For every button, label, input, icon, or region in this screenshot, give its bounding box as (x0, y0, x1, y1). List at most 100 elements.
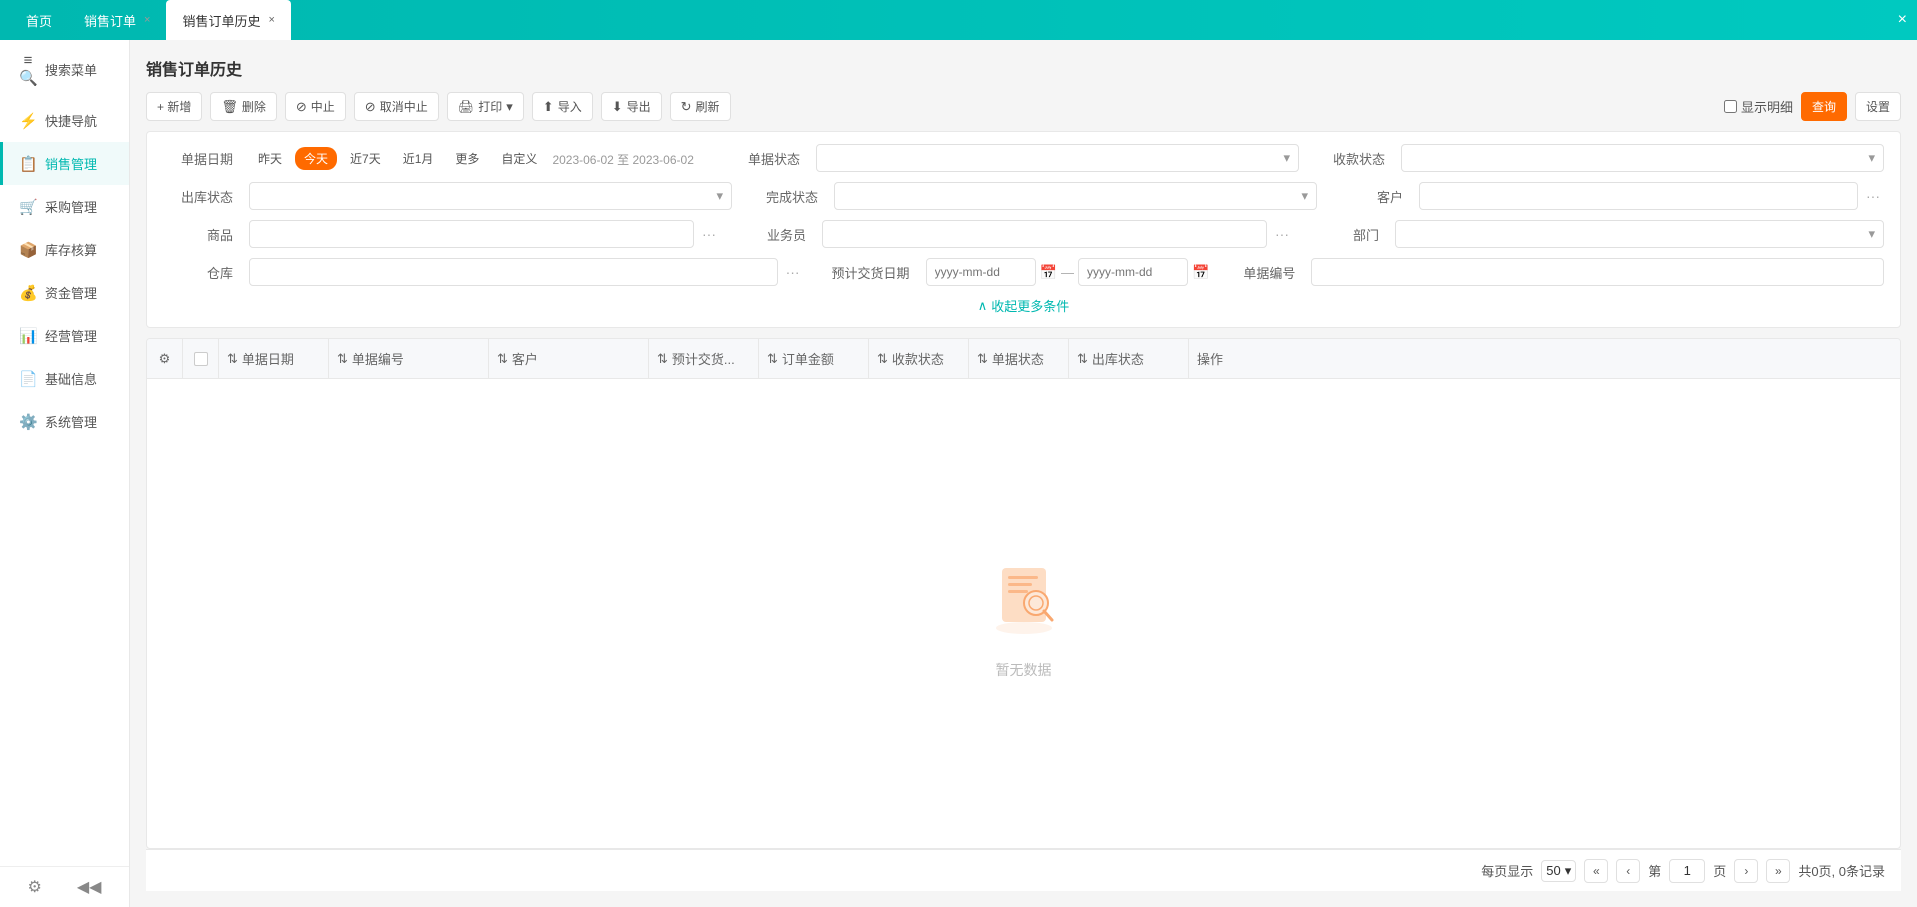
page-size-dropdown-icon: ▾ (1565, 863, 1572, 879)
sidebar-item-search-menu[interactable]: ≡🔍 搜索菜单 (0, 40, 129, 99)
customer-input[interactable] (1419, 182, 1858, 210)
top-bar-right: × (1898, 11, 1907, 29)
sidebar-item-inventory[interactable]: 📦 库存核算 (0, 228, 129, 271)
th-customer: ⇅ 客户 (489, 339, 649, 378)
top-bar-close-btn[interactable]: × (1898, 11, 1907, 29)
show-detail-input[interactable] (1724, 100, 1737, 113)
sales-person-input[interactable] (822, 220, 1267, 248)
last-page-btn[interactable]: » (1766, 859, 1790, 883)
btn-export[interactable]: ⬇ 导出 (601, 92, 662, 121)
btn-new[interactable]: + 新增 (146, 92, 202, 121)
btn-query[interactable]: 查询 (1801, 92, 1847, 121)
purchase-mgmt-icon: 🛒 (19, 198, 37, 216)
order-number-input[interactable] (1311, 258, 1884, 286)
shortcut-1month[interactable]: 近1月 (394, 147, 443, 170)
warehouse-dots[interactable]: ··· (782, 264, 804, 280)
filter-row-1: 单据日期 昨天 今天 近7天 近1月 更多 自定义 2023-06-02 至 2… (163, 144, 1884, 172)
th-sort-amount-icon[interactable]: ⇅ (767, 351, 778, 367)
tab-sales-history[interactable]: 销售订单历史 × (166, 0, 290, 40)
department-label: 部门 (1309, 225, 1379, 244)
tab-sales-order-close[interactable]: × (144, 14, 150, 26)
complete-status-select[interactable]: ▾ (834, 182, 1317, 210)
date-range-text: 2023-06-02 至 2023-06-02 (552, 151, 693, 168)
th-sort-delivery-icon[interactable]: ⇅ (657, 351, 668, 367)
pagination-bar: 每页显示 50 ▾ « ‹ 第 页 › » 共0页, 0条记录 (146, 849, 1901, 891)
collapse-up-icon: ∧ (978, 298, 988, 314)
select-all-checkbox[interactable] (194, 352, 208, 366)
btn-print[interactable]: 🖨 打印 ▾ (447, 92, 524, 121)
order-status-label: 单据状态 (730, 149, 800, 168)
th-checkbox[interactable] (183, 339, 219, 378)
customer-dots[interactable]: ··· (1862, 188, 1884, 204)
delivery-date-from[interactable] (926, 258, 1036, 286)
filter-row-3: 商品 ··· 业务员 ··· 部门 ▾ (163, 220, 1884, 248)
btn-delete[interactable]: 🗑 删除 (210, 92, 277, 121)
column-settings-icon[interactable]: ⚙ (159, 351, 171, 367)
sidebar-item-quick-nav[interactable]: ⚡ 快捷导航 (0, 99, 129, 142)
page-size-select[interactable]: 50 ▾ (1541, 860, 1576, 882)
shortcut-yesterday[interactable]: 昨天 (249, 147, 291, 170)
sidebar-item-sales-mgmt[interactable]: 📋 销售管理 (0, 142, 129, 185)
th-sort-customer-icon[interactable]: ⇅ (497, 351, 508, 367)
th-sort-pay-icon[interactable]: ⇅ (877, 351, 888, 367)
sidebar-item-operations[interactable]: 📊 经营管理 (0, 314, 129, 357)
show-detail-checkbox[interactable]: 显示明细 (1724, 97, 1793, 116)
shortcut-custom[interactable]: 自定义 (492, 147, 546, 170)
delivery-status-dropdown-icon: ▾ (716, 188, 723, 204)
tab-sales-order[interactable]: 销售订单 × (68, 0, 166, 40)
product-dots[interactable]: ··· (698, 226, 720, 242)
tab-sales-history-close[interactable]: × (268, 14, 274, 26)
empty-illustration (974, 548, 1074, 648)
th-sort-order-status-icon[interactable]: ⇅ (977, 351, 988, 367)
tab-home[interactable]: 首页 (10, 0, 68, 40)
sidebar: ≡🔍 搜索菜单 ⚡ 快捷导航 📋 销售管理 🛒 采购管理 📦 库存核算 💰 资金… (0, 40, 130, 907)
th-sort-delivery-status-icon[interactable]: ⇅ (1077, 351, 1088, 367)
sidebar-item-basic-info[interactable]: 📄 基础信息 (0, 357, 129, 400)
shortcut-7days[interactable]: 近7天 (341, 147, 390, 170)
btn-cancel-stop[interactable]: ⊘ 取消中止 (354, 92, 439, 121)
prev-page-btn[interactable]: ‹ (1616, 859, 1640, 883)
btn-stop[interactable]: ⊘ 中止 (285, 92, 346, 121)
sidebar-item-finance[interactable]: 💰 资金管理 (0, 271, 129, 314)
warehouse-input[interactable] (249, 258, 778, 286)
collapse-more-conditions[interactable]: ∧ 收起更多条件 (163, 296, 1884, 315)
total-info: 共0页, 0条记录 (1798, 861, 1885, 880)
product-input[interactable] (249, 220, 694, 248)
th-pay-status-label: 收款状态 (892, 349, 944, 368)
th-customer-label: 客户 (512, 349, 538, 368)
next-page-btn[interactable]: › (1734, 859, 1758, 883)
complete-status-dropdown-icon: ▾ (1301, 188, 1308, 204)
layout: ≡🔍 搜索菜单 ⚡ 快捷导航 📋 销售管理 🛒 采购管理 📦 库存核算 💰 资金… (0, 40, 1917, 907)
sidebar-item-system[interactable]: ⚙️ 系统管理 (0, 400, 129, 443)
basic-info-icon: 📄 (19, 370, 37, 388)
department-select[interactable]: ▾ (1395, 220, 1884, 248)
first-page-btn[interactable]: « (1584, 859, 1608, 883)
th-number-label: 单据编号 (352, 349, 404, 368)
th-setting[interactable]: ⚙ (147, 339, 183, 378)
pay-status-select[interactable]: ▾ (1401, 144, 1884, 172)
cancel-stop-icon: ⊘ (365, 99, 376, 115)
top-bar: 首页 销售订单 × 销售订单历史 × × (0, 0, 1917, 40)
sales-person-dots[interactable]: ··· (1271, 226, 1293, 242)
sidebar-settings-icon[interactable]: ⚙ (28, 877, 42, 897)
table-body: 暂无数据 (147, 379, 1900, 848)
calendar-to-icon[interactable]: 📅 (1192, 264, 1209, 281)
stop-icon: ⊘ (296, 99, 307, 115)
current-page-input[interactable] (1669, 859, 1705, 883)
btn-import[interactable]: ⬆ 导入 (532, 92, 593, 121)
btn-settings[interactable]: 设置 (1855, 92, 1901, 121)
delivery-date-label: 预计交货日期 (820, 263, 910, 282)
calendar-from-icon[interactable]: 📅 (1040, 264, 1057, 281)
sidebar-collapse-icon[interactable]: ◀◀ (77, 877, 102, 897)
sidebar-item-purchase-mgmt[interactable]: 🛒 采购管理 (0, 185, 129, 228)
th-sort-date-icon[interactable]: ⇅ (227, 351, 238, 367)
delivery-status-select[interactable]: ▾ (249, 182, 732, 210)
filter-panel: 单据日期 昨天 今天 近7天 近1月 更多 自定义 2023-06-02 至 2… (146, 131, 1901, 328)
btn-refresh[interactable]: ↻ 刷新 (670, 92, 731, 121)
shortcut-today[interactable]: 今天 (295, 147, 337, 170)
order-status-select[interactable]: ▾ (816, 144, 1299, 172)
th-delivery-status: ⇅ 出库状态 (1069, 339, 1189, 378)
th-sort-number-icon[interactable]: ⇅ (337, 351, 348, 367)
shortcut-more[interactable]: 更多 (446, 147, 488, 170)
delivery-date-to[interactable] (1078, 258, 1188, 286)
